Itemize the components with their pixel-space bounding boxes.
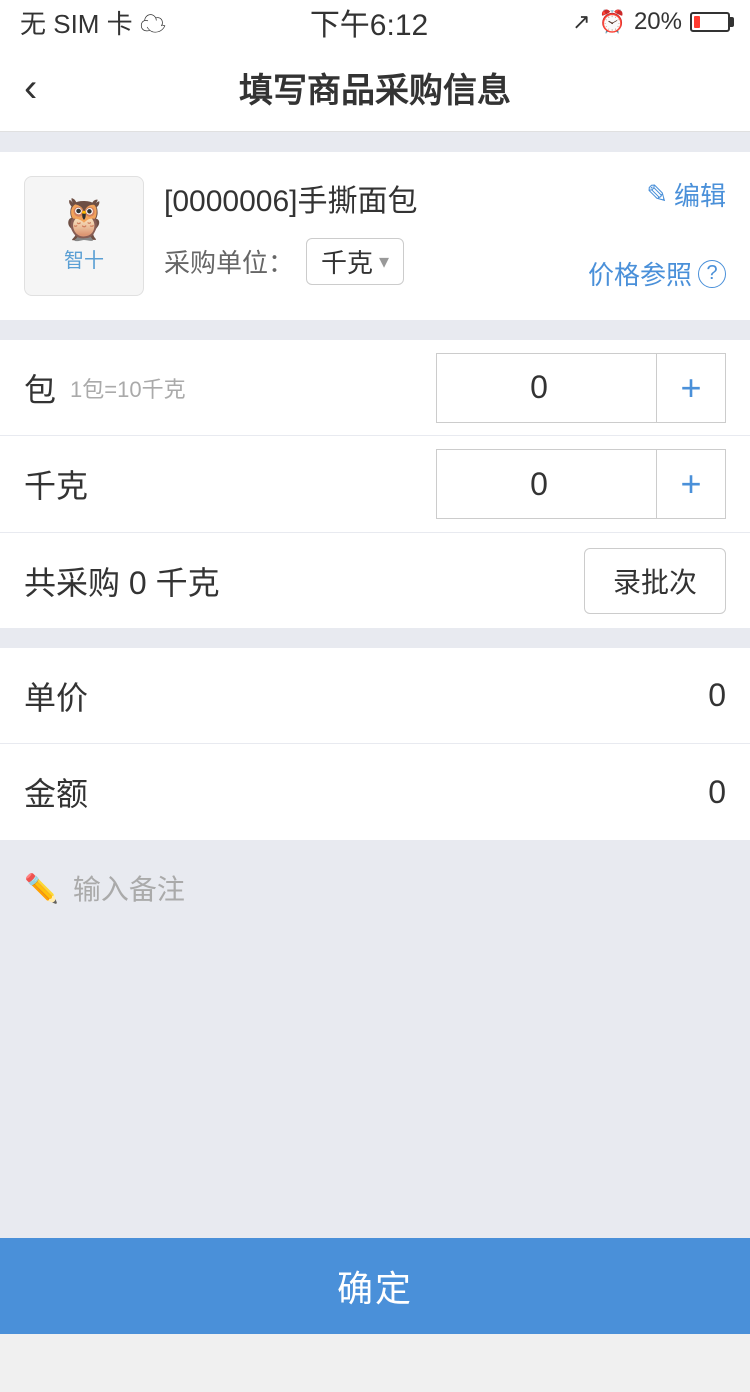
help-icon: ? <box>698 260 726 288</box>
note-section[interactable]: ✏️ 输入备注 <box>0 840 750 936</box>
product-logo-text: 智十 <box>64 244 104 273</box>
summary-text: 共采购 0 千克 <box>24 558 220 604</box>
summary-value: 0 <box>129 565 147 601</box>
amount-value: 0 <box>708 774 726 811</box>
back-button[interactable]: ‹ <box>24 68 37 108</box>
status-right: ↗ ⏰ 20% <box>572 8 730 36</box>
bao-sublabel: 1包=10千克 <box>70 372 186 404</box>
bao-input-row: 包 1包=10千克 + <box>0 340 750 436</box>
sim-status: 无 SIM 卡 ☁ <box>20 4 166 41</box>
summary-row: 共采购 0 千克 录批次 <box>0 532 750 628</box>
product-name: [0000006]手撕面包 <box>164 176 726 220</box>
price-section: 单价 0 金额 0 <box>0 648 750 840</box>
summary-label: 共采购 <box>24 565 120 601</box>
edit-button[interactable]: ✎ 编辑 <box>646 176 726 213</box>
status-time: 下午6:12 <box>310 0 428 44</box>
record-batch-button[interactable]: 录批次 <box>584 548 726 614</box>
unit-price-value: 0 <box>708 677 726 714</box>
kg-plus-button[interactable]: + <box>656 449 726 519</box>
price-ref-button[interactable]: 价格参照 ? <box>588 255 726 292</box>
unit-dropdown-icon: ▾ <box>379 249 389 274</box>
status-left: 无 SIM 卡 ☁ <box>20 4 166 41</box>
summary-unit: 千克 <box>156 565 220 601</box>
bao-label: 包 1包=10千克 <box>24 365 186 411</box>
kg-input-row: 千克 + <box>0 436 750 532</box>
battery-percent: 20% <box>634 8 682 36</box>
product-image: 🦉 智十 <box>24 176 144 296</box>
battery-icon <box>690 12 730 32</box>
confirm-button[interactable]: 确定 <box>0 1238 750 1334</box>
product-logo: 🦉 <box>59 200 109 240</box>
note-placeholder: 输入备注 <box>73 868 185 908</box>
bao-quantity-input[interactable] <box>436 353 656 423</box>
kg-input-right: + <box>436 449 726 519</box>
amount-row: 金额 0 <box>0 744 750 840</box>
bao-input-right: + <box>436 353 726 423</box>
edit-icon: ✎ <box>646 179 668 210</box>
product-card: 🦉 智十 [0000006]手撕面包 采购单位： 千克 ▾ ✎ 编辑 价格参照 … <box>0 152 750 320</box>
bao-plus-button[interactable]: + <box>656 353 726 423</box>
kg-label: 千克 <box>24 461 88 507</box>
pencil-icon: ✏️ <box>24 872 59 905</box>
page-title: 填写商品采购信息 <box>239 63 511 112</box>
unit-price-label: 单价 <box>24 673 88 719</box>
amount-label: 金额 <box>24 769 88 815</box>
unit-selector[interactable]: 千克 ▾ <box>306 238 404 285</box>
unit-label: 采购单位： <box>164 243 294 280</box>
unit-price-row: 单价 0 <box>0 648 750 744</box>
kg-quantity-input[interactable] <box>436 449 656 519</box>
price-ref-label: 价格参照 <box>588 255 692 292</box>
input-section: 包 1包=10千克 + 千克 + <box>0 340 750 532</box>
unit-value: 千克 <box>321 243 373 280</box>
section-separator-3 <box>0 628 750 648</box>
edit-label: 编辑 <box>674 176 726 213</box>
section-separator-top <box>0 132 750 152</box>
status-bar: 无 SIM 卡 ☁ 下午6:12 ↗ ⏰ 20% <box>0 0 750 44</box>
nav-bar: ‹ 填写商品采购信息 <box>0 44 750 132</box>
location-icon: ↗ <box>572 9 590 35</box>
alarm-icon: ⏰ <box>599 9 626 35</box>
section-separator-2 <box>0 320 750 340</box>
